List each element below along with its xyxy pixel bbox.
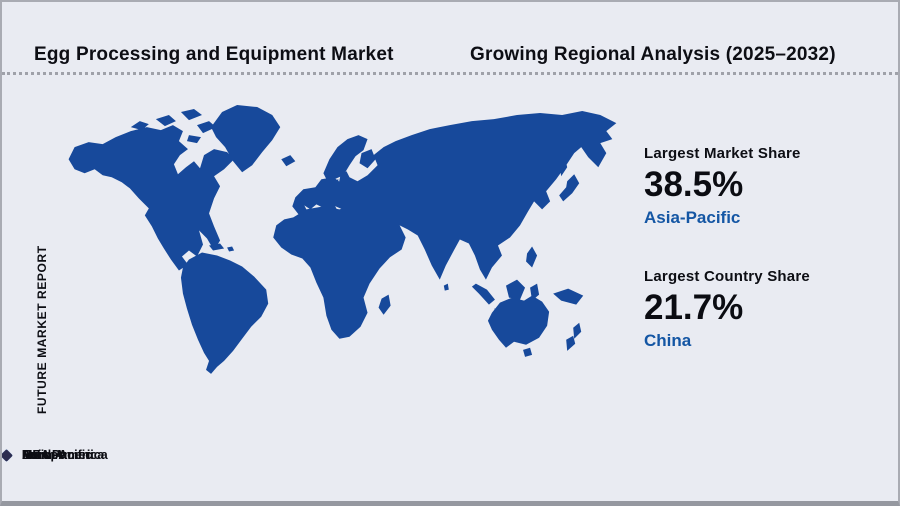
page-title-left: Egg Processing and Equipment Market bbox=[34, 44, 394, 65]
stat-label: Largest Country Share bbox=[644, 267, 810, 285]
stat-region: Asia-Pacific bbox=[644, 207, 741, 227]
stat-value: 21.7% bbox=[644, 287, 744, 327]
brand-vertical-label: FUTURE MARKET REPORT bbox=[35, 245, 49, 414]
diamond-marker-icon bbox=[2, 448, 13, 462]
legend-item-north-america: North America bbox=[2, 448, 108, 462]
stat-largest-country-share: Largest Country Share 21.7% China bbox=[644, 268, 894, 351]
page-title-right: Growing Regional Analysis (2025–2032) bbox=[470, 44, 836, 65]
dotted-divider bbox=[2, 72, 898, 75]
stat-label: Largest Market Share bbox=[644, 145, 801, 162]
infographic-canvas: Egg Processing and Equipment Market Grow… bbox=[0, 0, 900, 506]
stat-value: 38.5% bbox=[644, 165, 744, 204]
key-stats-panel: Largest Market Share 38.5% Asia-Pacific … bbox=[644, 145, 894, 351]
world-map bbox=[68, 105, 617, 374]
stat-region: China bbox=[644, 330, 692, 350]
legend-label: North America bbox=[22, 448, 108, 462]
world-map-landmass bbox=[68, 105, 617, 374]
stat-largest-market-share: Largest Market Share 38.5% Asia-Pacific bbox=[644, 145, 894, 228]
